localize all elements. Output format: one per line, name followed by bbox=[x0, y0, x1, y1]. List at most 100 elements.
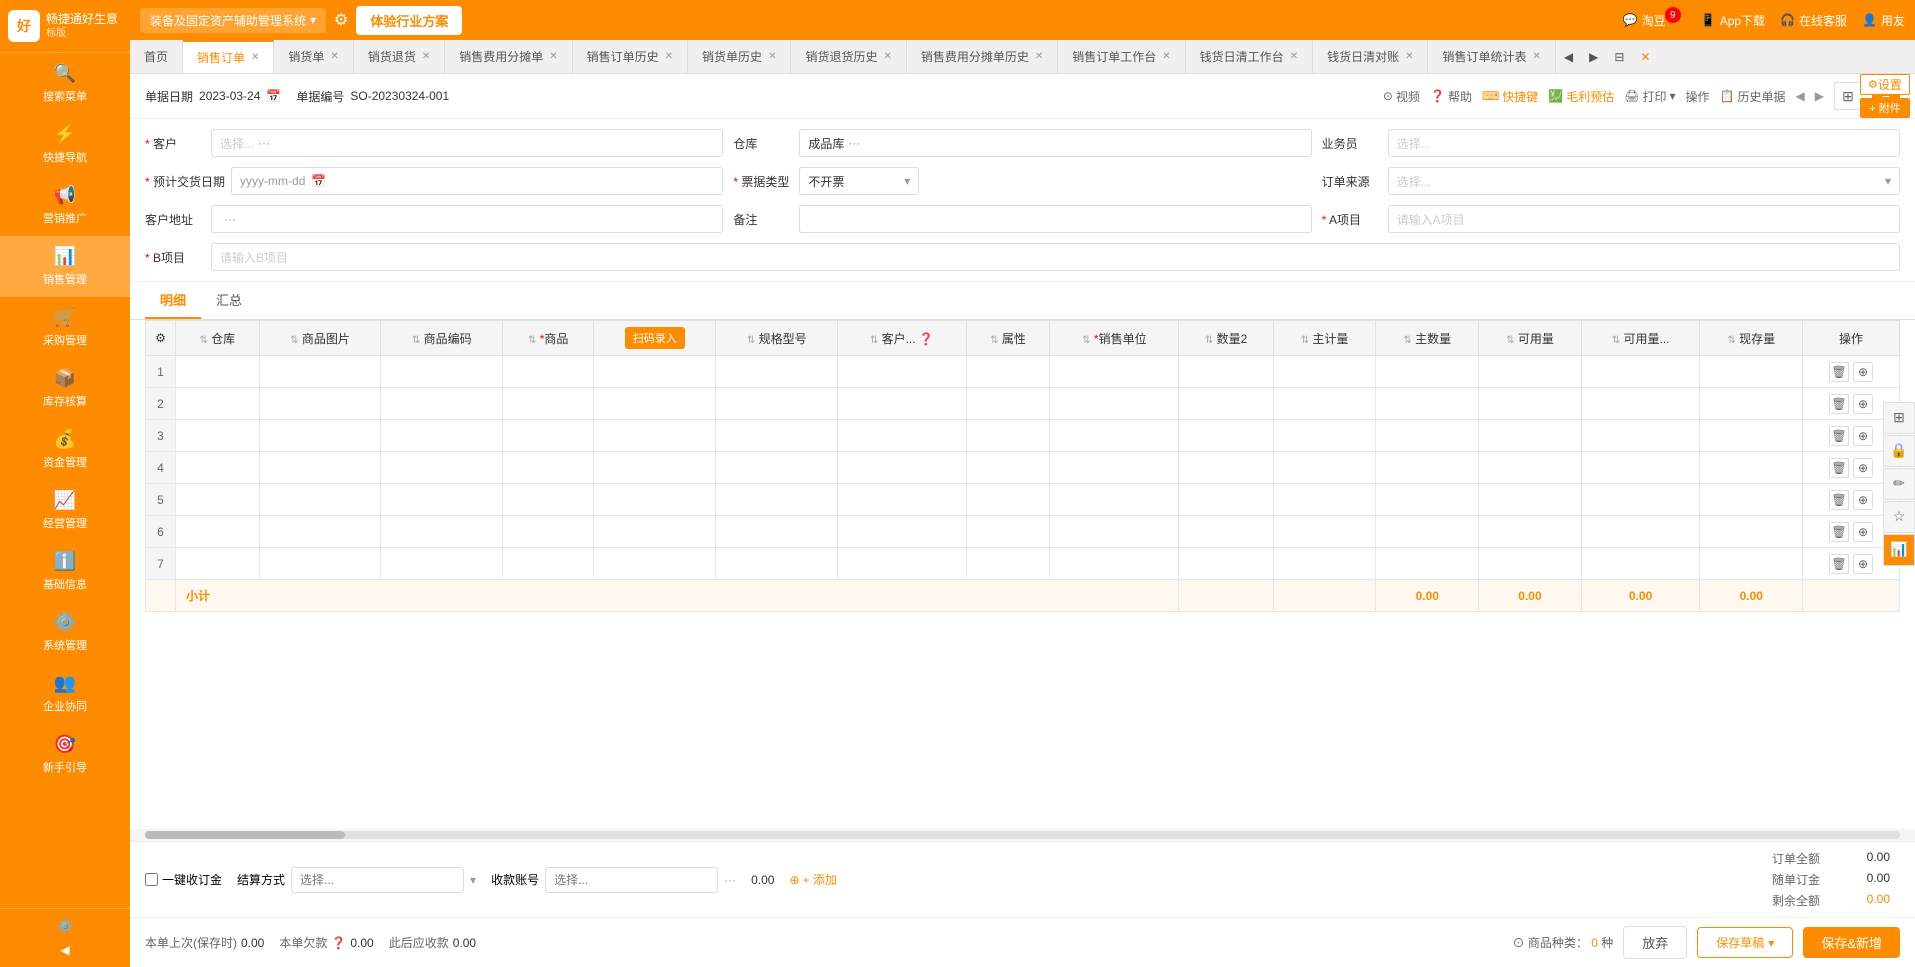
print-action[interactable]: 🖨 打印 ▾ bbox=[1624, 88, 1675, 105]
app-download-item[interactable]: 📱 App下载 bbox=[1701, 12, 1765, 29]
tab-detail[interactable]: 明细 bbox=[145, 282, 201, 319]
sidebar-item-nav[interactable]: ⚡ 快捷导航 bbox=[0, 114, 130, 175]
history-action[interactable]: 📋 历史单据 bbox=[1720, 88, 1786, 105]
tab-order-history[interactable]: 销售订单历史 ✕ bbox=[573, 40, 688, 74]
sidebar-item-search[interactable]: 🔍 搜索菜单 bbox=[0, 53, 130, 114]
col-available2[interactable]: ⇅ 可用量... bbox=[1581, 321, 1700, 356]
col-image[interactable]: ⇅ 商品图片 bbox=[259, 321, 381, 356]
tab-close-return-history[interactable]: ✕ bbox=[883, 51, 891, 62]
tab-close-all[interactable]: ✕ bbox=[1632, 40, 1658, 74]
row-copy-5[interactable]: ⊕ bbox=[1853, 490, 1873, 510]
tab-close-sales-slip[interactable]: ✕ bbox=[330, 51, 338, 62]
tab-close-order-history[interactable]: ✕ bbox=[665, 51, 673, 62]
col-current[interactable]: ⇅ 现存量 bbox=[1700, 321, 1803, 356]
col-goods[interactable]: ⇅ *商品 bbox=[503, 321, 594, 356]
row-copy-6[interactable]: ⊕ bbox=[1853, 522, 1873, 542]
tab-next[interactable]: ▶ bbox=[1581, 40, 1606, 74]
sidebar-item-finance[interactable]: 💰 资金管理 bbox=[0, 419, 130, 480]
sidebar-item-purchase[interactable]: 🛒 采购管理 bbox=[0, 297, 130, 358]
sidebar-item-marketing[interactable]: 📢 营销推广 bbox=[0, 175, 130, 236]
scrollbar-thumb[interactable] bbox=[145, 831, 345, 839]
tab-fee-history[interactable]: 销售费用分摊单历史 ✕ bbox=[907, 40, 1058, 74]
help-action[interactable]: ❓ 帮助 bbox=[1430, 88, 1472, 105]
warehouse-input[interactable]: 成品库 ··· bbox=[799, 129, 1311, 157]
col-main-qty[interactable]: ⇅ 主数量 bbox=[1376, 321, 1479, 356]
tab-slip-history[interactable]: 销货单历史 ✕ bbox=[688, 40, 791, 74]
tab-daily-reconcile[interactable]: 钱货日清对账 ✕ bbox=[1313, 40, 1428, 74]
tab-home[interactable]: 首页 bbox=[130, 40, 183, 74]
col-spec[interactable]: ⇅ 规格型号 bbox=[716, 321, 838, 356]
salesperson-input[interactable]: 选择... bbox=[1388, 129, 1900, 157]
row-copy-1[interactable]: ⊕ bbox=[1853, 362, 1873, 382]
tab-close-daily-reconcile[interactable]: ✕ bbox=[1405, 51, 1413, 62]
float-edit-btn[interactable]: ✏ bbox=[1883, 468, 1915, 500]
sidebar-item-inventory[interactable]: 📦 库存核算 bbox=[0, 358, 130, 419]
tab-close-sales-order[interactable]: ✕ bbox=[251, 52, 259, 63]
tab-close-return[interactable]: ✕ bbox=[422, 51, 430, 62]
tab-daily-workbench[interactable]: 钱货日清工作台 ✕ bbox=[1186, 40, 1313, 74]
row-copy-4[interactable]: ⊕ bbox=[1853, 458, 1873, 478]
view-action[interactable]: ⊙ 视频 bbox=[1383, 88, 1420, 105]
solution-button[interactable]: 体验行业方案 bbox=[356, 6, 462, 35]
tab-expand[interactable]: ⊟ bbox=[1606, 40, 1632, 74]
b-project-input[interactable]: 请输入B项目 bbox=[211, 243, 1900, 271]
user-item[interactable]: 👤 用友 bbox=[1862, 12, 1905, 29]
float-expand-btn[interactable]: ⊞ bbox=[1883, 402, 1915, 434]
save-new-button[interactable]: 保存&新增 bbox=[1803, 927, 1900, 958]
settings-btn[interactable]: ⚙ 设置 bbox=[1860, 74, 1910, 95]
row-copy-3[interactable]: ⊕ bbox=[1853, 426, 1873, 446]
customer-address-input[interactable]: ··· bbox=[211, 205, 723, 233]
discard-button[interactable]: 放弃 bbox=[1623, 926, 1687, 959]
tab-sales-slip[interactable]: 销货单 ✕ bbox=[274, 40, 353, 74]
tab-summary[interactable]: 汇总 bbox=[201, 282, 257, 319]
row-delete-6[interactable]: 🗑 bbox=[1829, 522, 1849, 542]
col-attribute[interactable]: ⇅ 属性 bbox=[966, 321, 1050, 356]
col-qty2[interactable]: ⇅ 数量2 bbox=[1179, 321, 1273, 356]
calendar-icon[interactable]: 📅 bbox=[266, 89, 281, 103]
add-payment-btn[interactable]: ⊕ + 添加 bbox=[789, 871, 836, 888]
nav-prev-icon[interactable]: ◀ bbox=[1796, 89, 1805, 103]
customer-input[interactable]: 选择... ··· bbox=[211, 129, 723, 157]
tab-fee-split[interactable]: 销售费用分摊单 ✕ bbox=[445, 40, 572, 74]
shortcut-action[interactable]: ⌨ 快捷键 bbox=[1482, 88, 1538, 105]
sidebar-item-guide[interactable]: 🎯 新手引导 bbox=[0, 724, 130, 785]
row-delete-5[interactable]: 🗑 bbox=[1829, 490, 1849, 510]
save-draft-arrow[interactable]: ▾ bbox=[1768, 936, 1774, 950]
row-delete-7[interactable]: 🗑 bbox=[1829, 554, 1849, 574]
attachment-btn[interactable]: + 附件 bbox=[1860, 98, 1910, 119]
float-chart-btn[interactable]: 📊 bbox=[1883, 534, 1915, 566]
row-copy-7[interactable]: ⊕ bbox=[1853, 554, 1873, 574]
row-copy-2[interactable]: ⊕ bbox=[1853, 394, 1873, 414]
float-star-btn[interactable]: ☆ bbox=[1883, 501, 1915, 533]
col-customer-code[interactable]: ⇅ 客户... ❓ bbox=[838, 321, 967, 356]
notification-item[interactable]: 💬 淘豆 9 bbox=[1623, 12, 1686, 29]
col-available[interactable]: ⇅ 可用量 bbox=[1479, 321, 1582, 356]
col-code[interactable]: ⇅ 商品编码 bbox=[381, 321, 503, 356]
tab-return-history[interactable]: 销货退货历史 ✕ bbox=[791, 40, 906, 74]
sidebar-item-basic-info[interactable]: ℹ️ 基础信息 bbox=[0, 541, 130, 602]
col-warehouse[interactable]: ⇅ 仓库 bbox=[176, 321, 260, 356]
row-delete-4[interactable]: 🗑 bbox=[1829, 458, 1849, 478]
operation-action[interactable]: 操作 bbox=[1686, 88, 1710, 105]
col-settings[interactable]: ⚙ bbox=[146, 321, 176, 356]
a-project-input[interactable]: 请输入A项目 bbox=[1388, 205, 1900, 233]
topbar-gear-icon[interactable]: ⚙ bbox=[334, 10, 348, 30]
tab-sales-order[interactable]: 销售订单 ✕ bbox=[183, 40, 274, 74]
system-title[interactable]: 装备及固定资产辅助管理系统 ▾ bbox=[140, 8, 326, 33]
sidebar-item-management[interactable]: 📈 经营管理 bbox=[0, 480, 130, 541]
payment-method-input[interactable] bbox=[291, 867, 464, 893]
nav-next-icon[interactable]: ▶ bbox=[1815, 89, 1824, 103]
sidebar-item-system[interactable]: ⚙️ 系统管理 bbox=[0, 602, 130, 663]
tab-close-fee-history[interactable]: ✕ bbox=[1035, 51, 1043, 62]
tab-return[interactable]: 销货退货 ✕ bbox=[354, 40, 445, 74]
remark-input[interactable] bbox=[799, 205, 1311, 233]
col-scan[interactable]: 扫码录入 bbox=[594, 321, 716, 356]
payment-method-arrow[interactable]: ▾ bbox=[470, 873, 476, 887]
online-service-item[interactable]: 🎧 在线客服 bbox=[1780, 12, 1847, 29]
horizontal-scrollbar[interactable] bbox=[130, 829, 1915, 841]
scan-button[interactable]: 扫码录入 bbox=[625, 327, 685, 349]
row-delete-1[interactable]: 🗑 bbox=[1829, 362, 1849, 382]
col-main-unit[interactable]: ⇅ 主计量 bbox=[1273, 321, 1376, 356]
tab-close-order-workbench[interactable]: ✕ bbox=[1162, 51, 1170, 62]
float-lock-btn[interactable]: 🔒 bbox=[1883, 435, 1915, 467]
